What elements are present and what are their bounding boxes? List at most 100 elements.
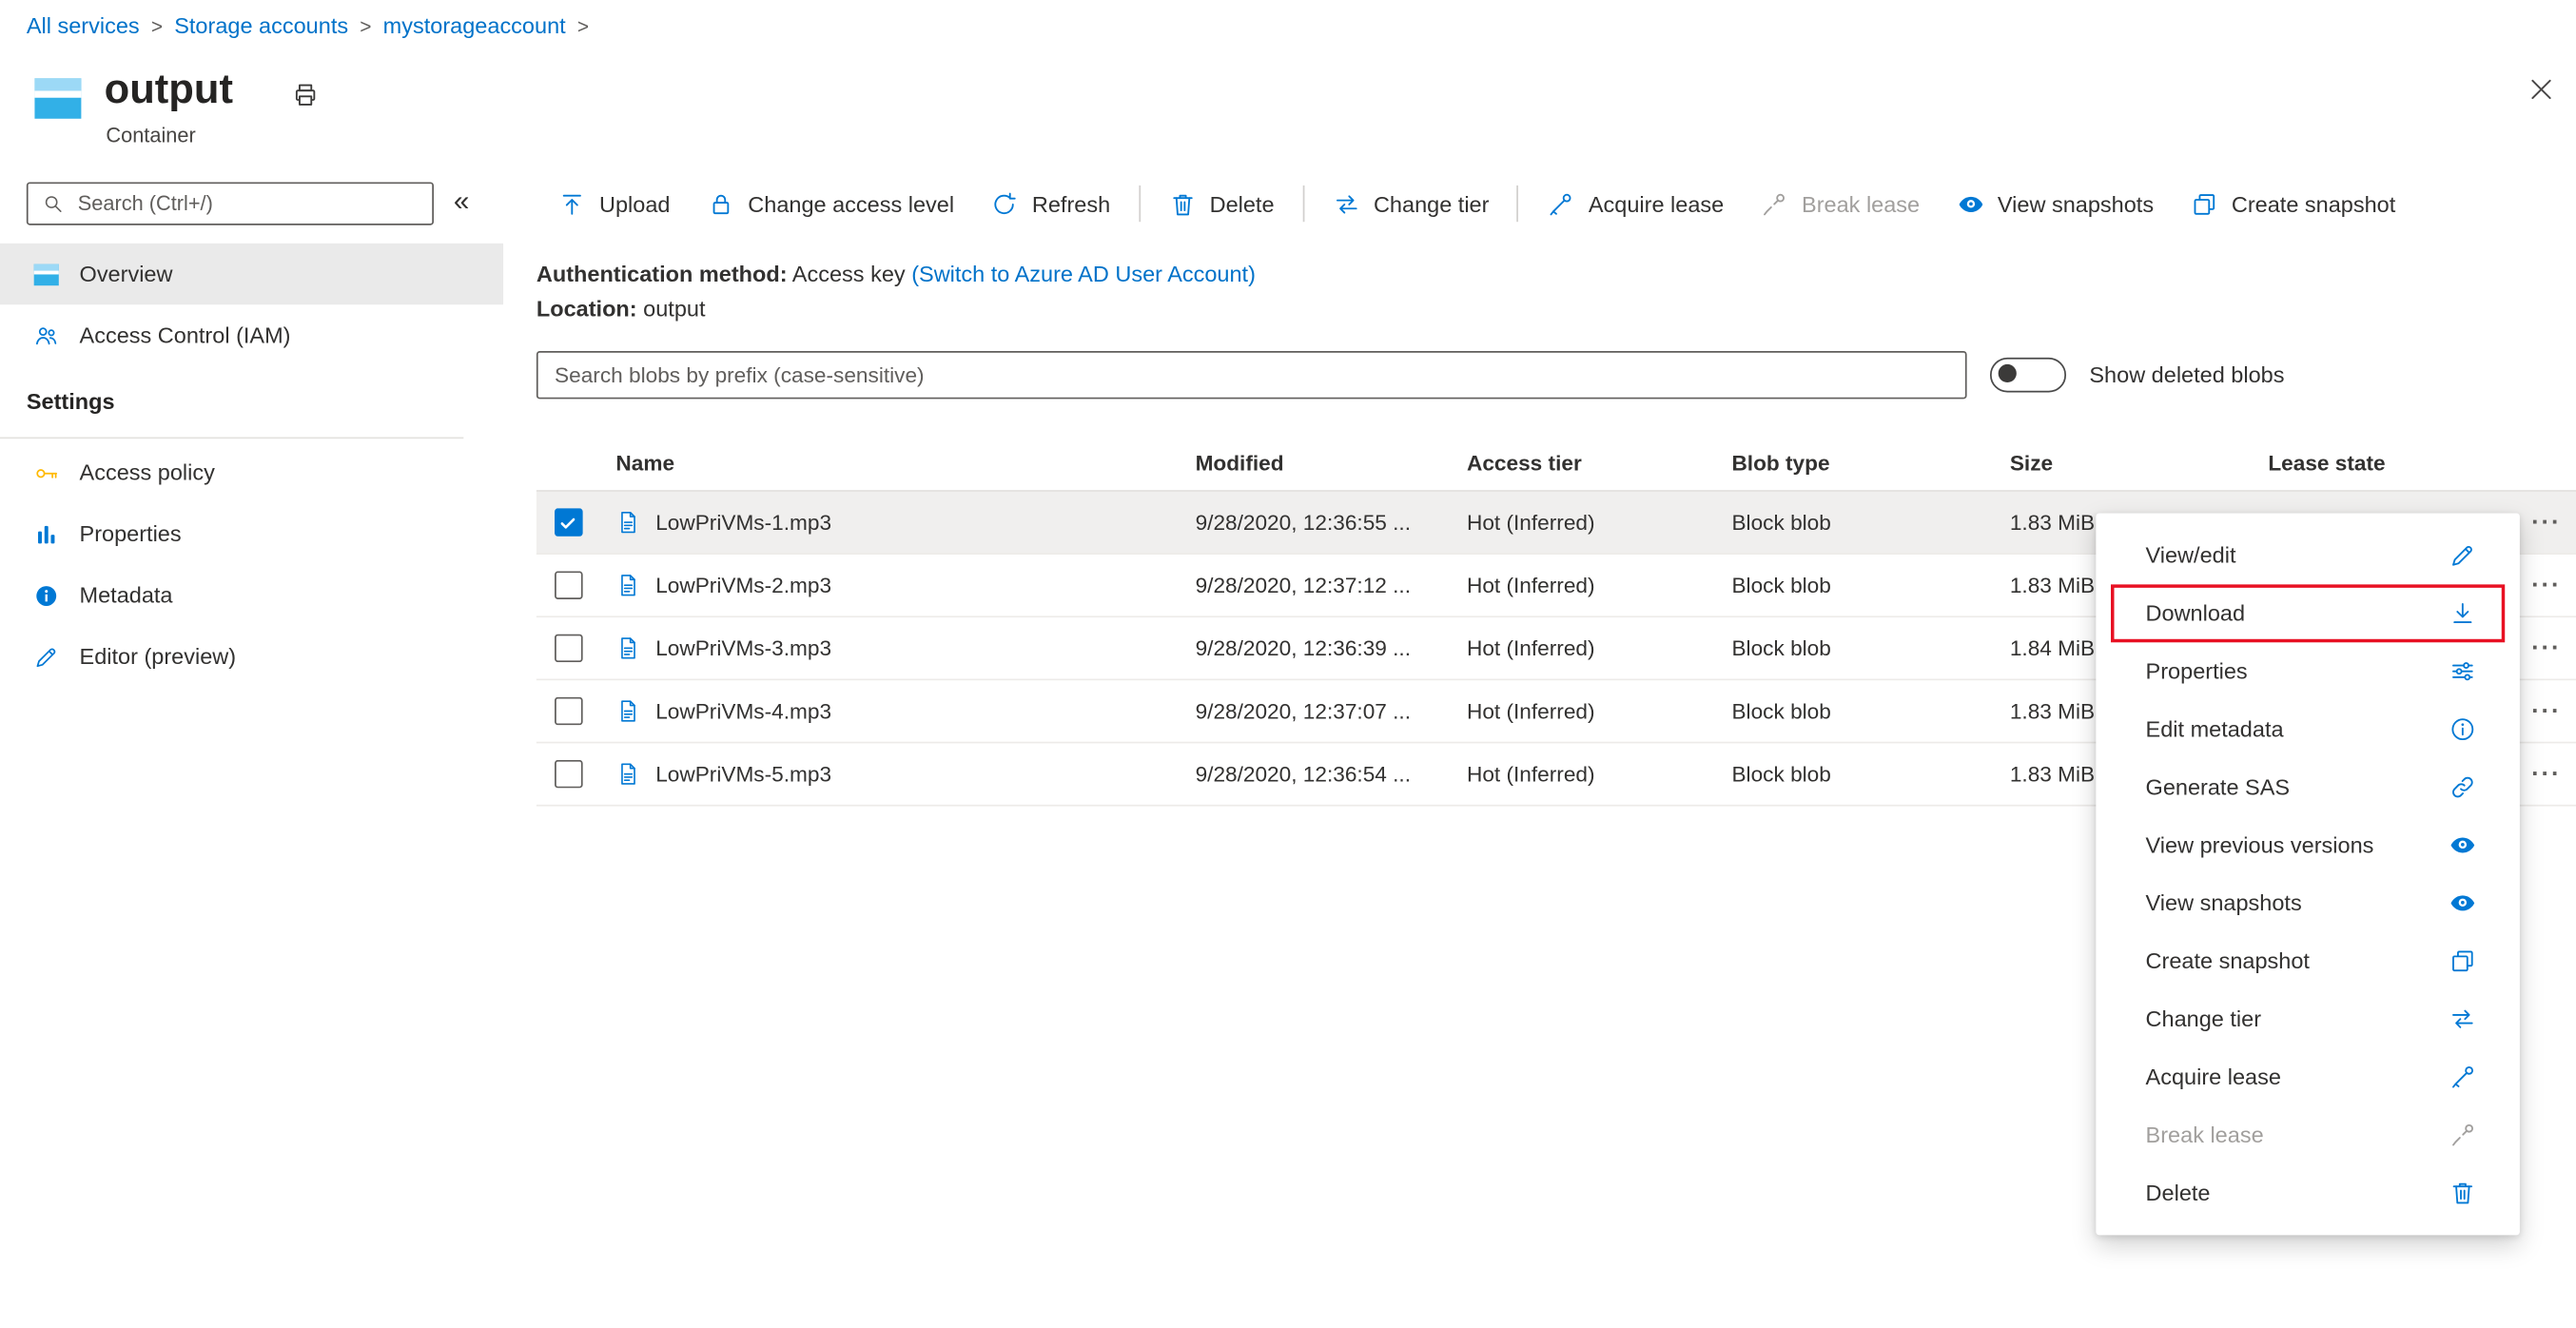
column-header-name[interactable]: Name [599,450,1179,475]
menu-item-label: Change tier [2145,1006,2262,1032]
blob-name[interactable]: LowPriVMs-3.mp3 [655,635,831,660]
view-snapshots-button[interactable]: View snapshots [1938,174,2172,234]
blob-context-menu: View/edit Download Properties Edit metad… [2096,513,2520,1236]
menu-item-edit-metadata[interactable]: Edit metadata [2096,700,2520,758]
breadcrumb-mystorageaccount[interactable]: mystorageaccount [383,13,566,38]
file-icon [615,697,640,726]
row-more-button[interactable]: ··· [2516,508,2576,537]
sidebar-search [26,182,434,225]
show-deleted-blobs-label: Show deleted blobs [2089,362,2285,388]
sidebar-item-label: Properties [79,521,182,547]
toolbar-label: Create snapshot [2231,191,2396,217]
row-checkbox[interactable] [554,571,582,600]
lock-icon [707,189,735,218]
menu-item-view-previous-versions[interactable]: View previous versions [2096,816,2520,874]
upload-button[interactable]: Upload [539,174,688,234]
refresh-button[interactable]: Refresh [972,174,1128,234]
blob-modified: 9/28/2020, 12:36:54 ... [1195,761,1412,787]
container-icon [33,76,83,121]
location-label: Location: [536,296,637,322]
break-lease-button: Break lease [1742,174,1938,234]
menu-item-delete[interactable]: Delete [2096,1164,2520,1222]
blob-name[interactable]: LowPriVMs-4.mp3 [655,698,831,723]
menu-item-change-tier[interactable]: Change tier [2096,990,2520,1048]
breadcrumb-separator: > [360,13,372,38]
menu-item-break-lease: Break lease [2096,1106,2520,1164]
breadcrumb-separator: > [150,13,164,38]
column-header-lease-state[interactable]: Lease state [2252,450,2516,475]
print-icon[interactable] [291,81,320,114]
blob-modified: 9/28/2020, 12:37:12 ... [1195,573,1412,598]
sidebar-search-input[interactable] [74,190,420,217]
sidebar-item-access-control[interactable]: Access Control (IAM) [0,304,503,365]
location-line: Location: output [537,297,706,322]
people-icon [33,322,60,349]
blob-modified: 9/28/2020, 12:36:39 ... [1195,635,1412,661]
sidebar-item-properties[interactable]: Properties [0,503,503,564]
table-header: Name Modified Access tier Blob type Size… [536,434,2576,492]
blob-modified: 9/28/2020, 12:37:07 ... [1195,698,1412,724]
breadcrumb-all-services[interactable]: All services [27,13,140,38]
sidebar-collapse-button[interactable]: « [454,186,469,219]
blob-type: Block blob [1731,698,1831,724]
menu-item-generate-sas[interactable]: Generate SAS [2096,758,2520,816]
sliders-icon [2449,657,2477,686]
menu-item-label: Generate SAS [2145,774,2291,800]
create-snapshot-button[interactable]: Create snapshot [2172,174,2413,234]
column-header-modified[interactable]: Modified [1179,450,1450,475]
row-checkbox[interactable] [554,634,582,663]
eye-icon [2449,831,2477,860]
row-more-button[interactable]: ··· [2516,760,2576,789]
sidebar-item-label: Overview [79,261,173,287]
switch-auth-link[interactable]: (Switch to Azure AD User Account) [911,262,1256,286]
menu-item-label: View previous versions [2145,832,2374,858]
breadcrumb-storage-accounts[interactable]: Storage accounts [174,13,348,38]
location-value: output [643,296,706,322]
toolbar-label: Refresh [1031,191,1111,217]
row-more-button[interactable]: ··· [2516,697,2576,726]
toolbar-label: Change tier [1373,191,1490,217]
acquire-lease-icon [1547,189,1575,218]
menu-item-download[interactable]: Download [2096,584,2520,643]
change-tier-icon [2449,1005,2477,1033]
menu-item-properties[interactable]: Properties [2096,642,2520,700]
blob-name[interactable]: LowPriVMs-2.mp3 [655,573,831,597]
sidebar-item-access-policy[interactable]: Access policy [0,442,503,503]
delete-button[interactable]: Delete [1150,174,1293,234]
bar-chart-icon [33,520,60,547]
acquire-lease-icon [2449,1063,2477,1091]
menu-item-view-edit[interactable]: View/edit [2096,526,2520,584]
menu-item-view-snapshots[interactable]: View snapshots [2096,874,2520,932]
sidebar-item-editor[interactable]: Editor (preview) [0,626,503,687]
show-deleted-blobs-toggle[interactable] [1989,357,2067,393]
blob-name[interactable]: LowPriVMs-1.mp3 [655,510,831,535]
blob-search-input[interactable] [536,350,1967,400]
toolbar-divider [1302,185,1304,223]
change-access-level-button[interactable]: Change access level [689,174,973,234]
eye-icon [1956,189,1984,218]
menu-item-label: View/edit [2145,542,2236,568]
sidebar-item-label: Metadata [79,582,173,608]
column-header-size[interactable]: Size [1993,450,2252,475]
authentication-method-line: Authentication method: Access key (Switc… [537,262,1256,286]
row-checkbox[interactable] [554,508,582,537]
row-checkbox[interactable] [554,696,582,726]
menu-item-create-snapshot[interactable]: Create snapshot [2096,932,2520,990]
blob-name[interactable]: LowPriVMs-5.mp3 [655,762,831,787]
pencil-icon [33,643,60,670]
row-checkbox[interactable] [554,759,582,789]
column-header-access-tier[interactable]: Access tier [1451,450,1715,475]
row-more-button[interactable]: ··· [2516,571,2576,599]
acquire-lease-button[interactable]: Acquire lease [1529,174,1742,234]
change-tier-button[interactable]: Change tier [1314,174,1507,234]
menu-item-acquire-lease[interactable]: Acquire lease [2096,1048,2520,1106]
menu-item-label: Properties [2145,658,2248,684]
close-icon[interactable] [2527,74,2556,109]
row-more-button[interactable]: ··· [2516,635,2576,663]
column-header-blob-type[interactable]: Blob type [1715,450,1993,475]
breadcrumb-separator: > [576,13,590,38]
sidebar-item-overview[interactable]: Overview [0,243,504,305]
menu-item-label: Download [2145,600,2246,626]
toolbar-label: Break lease [1802,191,1921,217]
sidebar-item-metadata[interactable]: Metadata [0,564,503,625]
